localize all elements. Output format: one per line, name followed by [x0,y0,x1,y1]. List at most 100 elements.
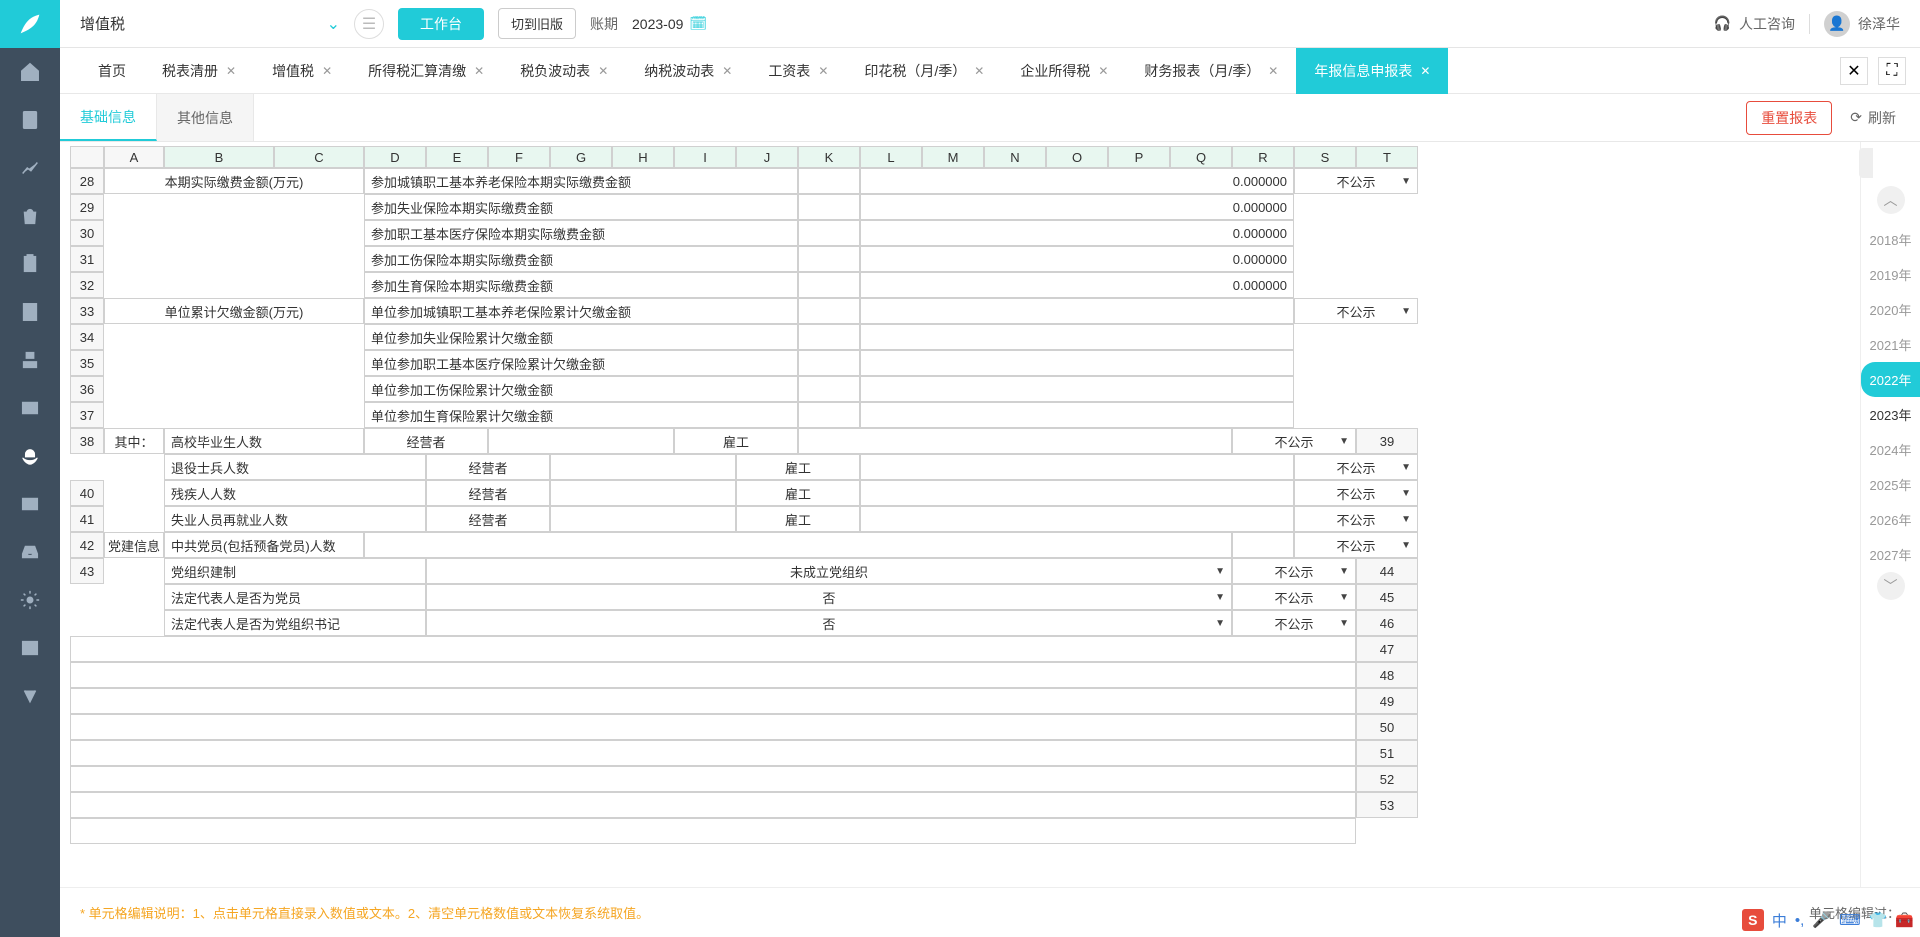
col-header-[interactable] [70,146,104,168]
row-header-28[interactable]: 28 [70,168,104,194]
row-header-53[interactable]: 53 [1356,792,1418,818]
year-2021年[interactable]: 2021年 [1861,327,1920,362]
tab-3[interactable]: 所得税汇算清缴✕ [350,48,502,94]
ime-mic-icon[interactable]: 🎤 [1812,911,1831,929]
row-header-43[interactable]: 43 [70,558,104,584]
value-cell-28[interactable]: 0.000000 [860,168,1294,194]
close-icon[interactable]: ✕ [722,64,732,78]
row-header-42[interactable]: 42 [70,532,104,558]
nav-stamp-icon[interactable] [0,336,60,384]
blank-31[interactable] [798,246,860,272]
workbench-button[interactable]: 工作台 [398,8,484,40]
scroll-down-icon[interactable]: ﹀ [1877,572,1905,600]
disp-a[interactable]: 不公示 [1294,168,1418,194]
pblank2-38[interactable] [798,428,1232,454]
col-header-D[interactable]: D [364,146,426,168]
nav-tax-icon[interactable] [0,432,60,480]
row-header-36[interactable]: 36 [70,376,104,402]
col-header-T[interactable]: T [1356,146,1418,168]
ime-keyboard-icon[interactable]: ⌨ [1839,911,1861,929]
row-header-31[interactable]: 31 [70,246,104,272]
tab-9[interactable]: 财务报表（月/季）✕ [1126,48,1296,94]
value-cell-31[interactable]: 0.000000 [860,246,1294,272]
col-header-C[interactable]: C [274,146,364,168]
blank-35[interactable] [798,350,860,376]
ime-toolbox-icon[interactable]: 🧰 [1895,911,1914,929]
refresh-button[interactable]: ⟳ 刷新 [1850,108,1896,128]
row-header-47[interactable]: 47 [1356,636,1418,662]
tab-7[interactable]: 印花税（月/季）✕ [846,48,1002,94]
col-header-R[interactable]: R [1232,146,1294,168]
nav-gear-icon[interactable] [0,576,60,624]
row-header-51[interactable]: 51 [1356,740,1418,766]
row-header-34[interactable]: 34 [70,324,104,350]
close-icon[interactable]: ✕ [1268,64,1278,78]
year-2019年[interactable]: 2019年 [1861,257,1920,292]
blank-32[interactable] [798,272,860,298]
value-cell-33[interactable] [860,298,1294,324]
period-picker[interactable]: 2023-09 🗓 [632,15,707,32]
tab-6[interactable]: 工资表✕ [750,48,846,94]
pdisp-40[interactable]: 不公示 [1294,480,1418,506]
pblank1-40[interactable] [550,480,736,506]
col-header-G[interactable]: G [550,146,612,168]
row-header-48[interactable]: 48 [1356,662,1418,688]
empty-52[interactable] [70,792,1356,818]
nav-play-icon[interactable] [0,624,60,672]
empty-50[interactable] [70,740,1356,766]
scroll-up-icon[interactable]: ︿ [1877,186,1905,214]
row-header-45[interactable]: 45 [1356,584,1418,610]
row-header-35[interactable]: 35 [70,350,104,376]
col-header-N[interactable]: N [984,146,1046,168]
empty-49[interactable] [70,714,1356,740]
col-header-J[interactable]: J [736,146,798,168]
tab-8[interactable]: 企业所得税✕ [1002,48,1126,94]
col-header-I[interactable]: I [674,146,736,168]
close-icon[interactable]: ✕ [818,64,828,78]
blank-28[interactable] [798,168,860,194]
col-header-P[interactable]: P [1108,146,1170,168]
tab-4[interactable]: 税负波动表✕ [502,48,626,94]
ime-logo-icon[interactable]: S [1742,909,1764,931]
tab-2[interactable]: 增值税✕ [254,48,350,94]
nav-calc-icon[interactable] [0,288,60,336]
partywide-45[interactable]: 否 [426,610,1232,636]
partydisp-43[interactable]: 不公示 [1232,558,1356,584]
nav-home-icon[interactable] [0,48,60,96]
partydisp-44[interactable]: 不公示 [1232,584,1356,610]
nav-chart-icon[interactable] [0,144,60,192]
col-header-A[interactable]: A [104,146,164,168]
col-header-H[interactable]: H [612,146,674,168]
horizontal-scrollbar[interactable] [70,869,1850,887]
ime-skin-icon[interactable]: 👕 [1869,911,1888,929]
col-header-M[interactable]: M [922,146,984,168]
partywide-44[interactable]: 否 [426,584,1232,610]
close-icon[interactable]: ✕ [1098,64,1108,78]
pblank1-39[interactable] [550,454,736,480]
subtab-other[interactable]: 其他信息 [157,94,254,141]
year-2020年[interactable]: 2020年 [1861,292,1920,327]
value-cell-34[interactable] [860,324,1294,350]
col-header-L[interactable]: L [860,146,922,168]
row-header-44[interactable]: 44 [1356,558,1418,584]
col-header-F[interactable]: F [488,146,550,168]
company-selector[interactable]: 增值税 ⌄ [80,13,340,34]
empty-51[interactable] [70,766,1356,792]
pblank2-40[interactable] [860,480,1294,506]
blank-29[interactable] [798,194,860,220]
consult-link[interactable]: 🎧 人工咨询 [1714,14,1795,34]
app-logo[interactable] [0,0,60,48]
empty-48[interactable] [70,688,1356,714]
close-all-tabs-icon[interactable]: ✕ [1840,57,1868,85]
year-2022年[interactable]: 2022年 [1861,362,1920,397]
nav-clipboard-icon[interactable] [0,240,60,288]
nav-v-icon[interactable] [0,672,60,720]
ime-punct-icon[interactable]: •, [1795,912,1804,929]
row-header-39[interactable]: 39 [1356,428,1418,454]
value-cell-29[interactable]: 0.000000 [860,194,1294,220]
row-header-38[interactable]: 38 [70,428,104,454]
row-header-37[interactable]: 37 [70,402,104,428]
blank-37[interactable] [798,402,860,428]
nav-grid-icon[interactable] [0,384,60,432]
partydisp-45[interactable]: 不公示 [1232,610,1356,636]
